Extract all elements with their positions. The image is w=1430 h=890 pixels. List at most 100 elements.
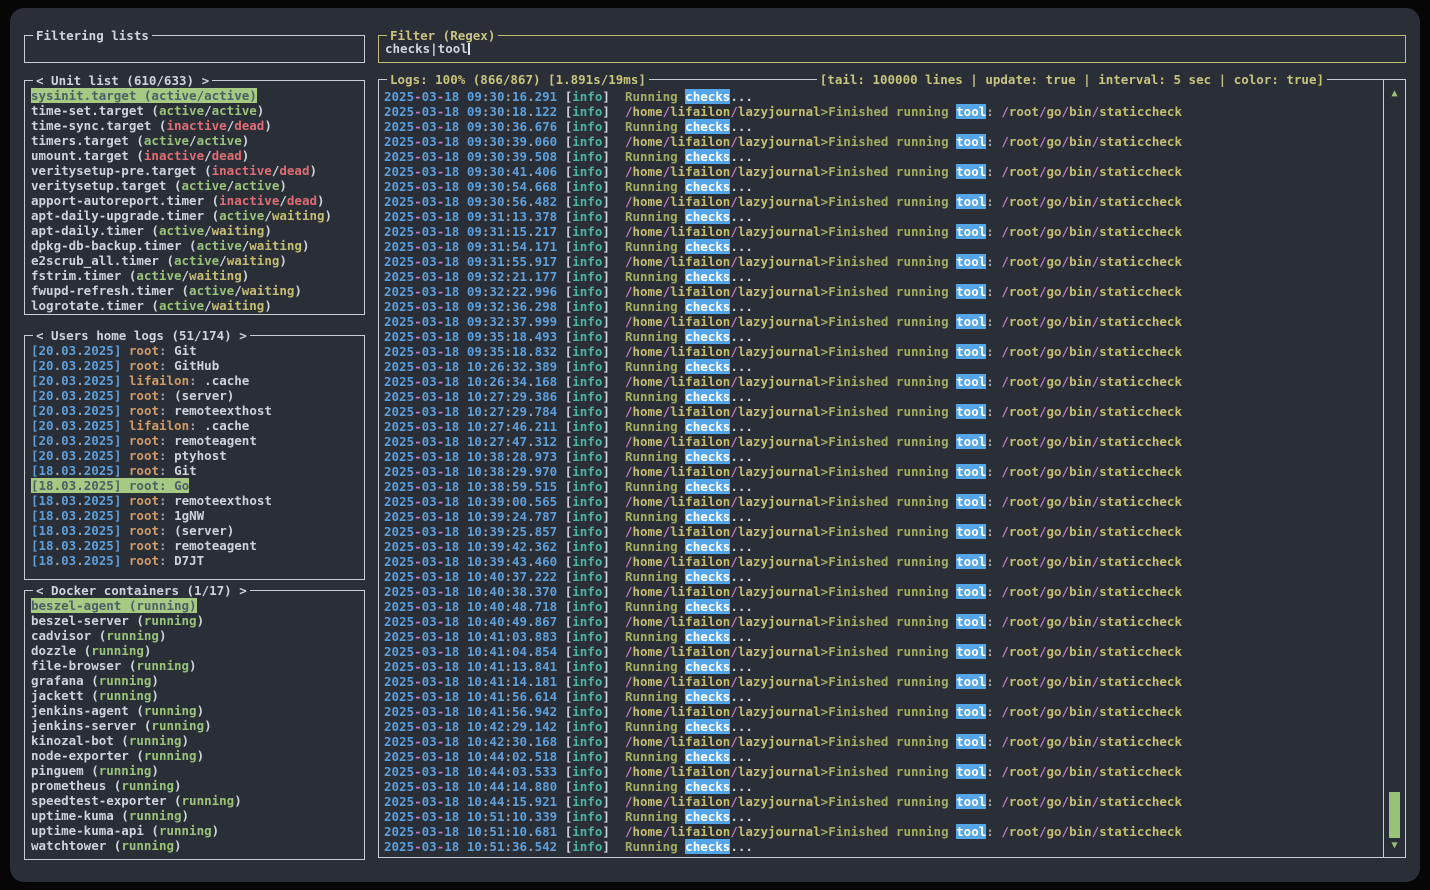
filter-regex-value: checks|tool — [385, 41, 468, 56]
log-row: 2025-03-18 09:31:54.171 [info] Running c… — [384, 239, 753, 254]
unit-list-title: < Unit list (610/633) > — [33, 73, 213, 88]
docker-container-item[interactable]: uptime-kuma-api (running) — [31, 823, 361, 838]
log-row: 2025-03-18 10:27:29.386 [info] Running c… — [384, 389, 753, 404]
filter-regex-title: Filter (Regex) — [387, 28, 499, 43]
users-home-log-item[interactable]: [20.03.2025] root: GitHub — [31, 358, 361, 373]
docker-container-item[interactable]: kinozal-bot (running) — [31, 733, 361, 748]
users-home-log-item[interactable]: [18.03.2025] root: remoteagent — [31, 538, 361, 553]
unit-list-item[interactable]: fwupd-refresh.timer (active/waiting) — [31, 283, 361, 298]
log-row: 2025-03-18 10:27:47.312 [info] /home/lif… — [384, 434, 1182, 449]
docker-container-item[interactable]: cadvisor (running) — [31, 628, 361, 643]
users-home-log-item[interactable]: [20.03.2025] lifailon: .cache — [31, 373, 361, 388]
users-home-log-item[interactable]: [18.03.2025] root: (server) — [31, 523, 361, 538]
users-home-log-item[interactable]: [20.03.2025] root: (server) — [31, 388, 361, 403]
docker-containers-list[interactable]: beszel-agent (running) beszel-server (run… — [25, 591, 364, 853]
scroll-up-icon[interactable]: ▲ — [1384, 89, 1405, 99]
logs-tail-settings: [tail: 100000 lines | update: true | int… — [816, 72, 1327, 87]
docker-container-item[interactable]: jenkins-agent (running) — [31, 703, 361, 718]
users-home-logs-list[interactable]: [20.03.2025] root: Git [20.03.2025] root:… — [25, 336, 364, 568]
docker-container-item[interactable]: beszel-server (running) — [31, 613, 361, 628]
log-row: 2025-03-18 10:40:37.222 [info] Running c… — [384, 569, 753, 584]
log-row: 2025-03-18 10:38:28.973 [info] Running c… — [384, 449, 753, 464]
unit-list-item[interactable]: logrotate.timer (active/waiting) — [31, 298, 361, 313]
docker-container-item[interactable]: jenkins-server (running) — [31, 718, 361, 733]
users-home-log-item[interactable]: [20.03.2025] root: remoteagent — [31, 433, 361, 448]
docker-container-item[interactable]: dozzle (running) — [31, 643, 361, 658]
unit-list-item[interactable]: time-sync.target (inactive/dead) — [31, 118, 361, 133]
log-row: 2025-03-18 10:39:42.362 [info] Running c… — [384, 539, 753, 554]
log-row: 2025-03-18 09:30:56.482 [info] /home/lif… — [384, 194, 1182, 209]
log-row: 2025-03-18 10:44:03.533 [info] /home/lif… — [384, 764, 1182, 779]
users-home-log-item[interactable]: [18.03.2025] root: remoteexthost — [31, 493, 361, 508]
docker-container-item[interactable]: pinguem (running) — [31, 763, 361, 778]
log-row: 2025-03-18 09:35:18.832 [info] /home/lif… — [384, 344, 1182, 359]
log-row: 2025-03-18 10:40:48.718 [info] Running c… — [384, 599, 753, 614]
log-row: 2025-03-18 09:30:54.668 [info] Running c… — [384, 179, 753, 194]
log-row: 2025-03-18 09:30:18.122 [info] /home/lif… — [384, 104, 1182, 119]
log-row: 2025-03-18 10:51:36.542 [info] Running c… — [384, 839, 753, 854]
users-home-log-item[interactable]: [18.03.2025] root: D7JT — [31, 553, 361, 568]
filtering-lists-title: Filtering lists — [33, 28, 152, 43]
log-row: 2025-03-18 09:32:22.996 [info] /home/lif… — [384, 284, 1182, 299]
log-row: 2025-03-18 09:31:55.917 [info] /home/lif… — [384, 254, 1182, 269]
text-cursor — [467, 42, 470, 55]
docker-containers-panel: < Docker containers (1/17) > beszel-agen… — [24, 583, 365, 860]
log-row: 2025-03-18 09:30:16.291 [info] Running c… — [384, 89, 753, 104]
unit-list-item[interactable]: veritysetup-pre.target (inactive/dead) — [31, 163, 361, 178]
log-row: 2025-03-18 10:38:29.970 [info] /home/lif… — [384, 464, 1182, 479]
log-row: 2025-03-18 10:39:43.460 [info] /home/lif… — [384, 554, 1182, 569]
docker-container-item[interactable]: jackett (running) — [31, 688, 361, 703]
docker-containers-title: < Docker containers (1/17) > — [33, 583, 250, 598]
users-home-log-item[interactable]: [20.03.2025] root: remoteexthost — [31, 403, 361, 418]
log-row: 2025-03-18 10:41:56.614 [info] Running c… — [384, 689, 753, 704]
unit-list-item[interactable]: umount.target (inactive/dead) — [31, 148, 361, 163]
log-row: 2025-03-18 10:26:32.389 [info] Running c… — [384, 359, 753, 374]
docker-container-item[interactable]: prometheus (running) — [31, 778, 361, 793]
docker-container-item[interactable]: file-browser (running) — [31, 658, 361, 673]
unit-list[interactable]: sysinit.target (active/active) time-set.t… — [25, 81, 364, 313]
unit-list-item[interactable]: sysinit.target (active/active) — [31, 88, 361, 103]
docker-container-item[interactable]: grafana (running) — [31, 673, 361, 688]
users-home-log-item[interactable]: [20.03.2025] root: ptyhost — [31, 448, 361, 463]
scroll-down-icon[interactable]: ▼ — [1384, 841, 1405, 851]
unit-list-item[interactable]: e2scrub_all.timer (active/waiting) — [31, 253, 361, 268]
log-row: 2025-03-18 10:51:10.339 [info] Running c… — [384, 809, 753, 824]
filter-regex-input[interactable]: checks|tool — [379, 36, 1405, 56]
unit-list-panel: < Unit list (610/633) > sysinit.target (… — [24, 73, 365, 315]
logs-panel: Logs: 100% (866/867) [1.891s/19ms] [tail… — [378, 72, 1406, 858]
docker-container-item[interactable]: beszel-agent (running) — [31, 598, 361, 613]
log-row: 2025-03-18 10:39:24.787 [info] Running c… — [384, 509, 753, 524]
unit-list-item[interactable]: time-set.target (active/active) — [31, 103, 361, 118]
docker-container-item[interactable]: speedtest-exporter (running) — [31, 793, 361, 808]
users-home-log-item[interactable]: [20.03.2025] lifailon: .cache — [31, 418, 361, 433]
unit-list-item[interactable]: fstrim.timer (active/waiting) — [31, 268, 361, 283]
unit-list-item[interactable]: timers.target (active/active) — [31, 133, 361, 148]
unit-list-item[interactable]: apt-daily-upgrade.timer (active/waiting) — [31, 208, 361, 223]
logs-viewport[interactable]: 2025-03-18 09:30:16.291 [info] Running c… — [379, 80, 1405, 854]
log-row: 2025-03-18 10:44:02.518 [info] Running c… — [384, 749, 753, 764]
users-home-log-item[interactable]: [20.03.2025] root: Git — [31, 343, 361, 358]
unit-list-item[interactable]: apt-daily.timer (active/waiting) — [31, 223, 361, 238]
users-home-log-item[interactable]: [18.03.2025] root: 1gNW — [31, 508, 361, 523]
logs-title: Logs: 100% (866/867) [1.891s/19ms] — [387, 72, 649, 87]
logs-scrollbar[interactable]: ▲ ▼ — [1383, 80, 1405, 857]
log-row: 2025-03-18 09:31:13.378 [info] Running c… — [384, 209, 753, 224]
docker-container-item[interactable]: watchtower (running) — [31, 838, 361, 853]
log-row: 2025-03-18 10:41:04.854 [info] /home/lif… — [384, 644, 1182, 659]
log-row: 2025-03-18 10:39:00.565 [info] /home/lif… — [384, 494, 1182, 509]
log-row: 2025-03-18 10:44:15.921 [info] /home/lif… — [384, 794, 1182, 809]
log-row: 2025-03-18 09:30:41.406 [info] /home/lif… — [384, 164, 1182, 179]
log-row: 2025-03-18 09:30:39.508 [info] Running c… — [384, 149, 753, 164]
docker-container-item[interactable]: node-exporter (running) — [31, 748, 361, 763]
unit-list-item[interactable]: veritysetup.target (active/active) — [31, 178, 361, 193]
users-home-log-item[interactable]: [18.03.2025] root: Go — [31, 478, 361, 493]
unit-list-item[interactable]: dpkg-db-backup.timer (active/waiting) — [31, 238, 361, 253]
unit-list-item[interactable]: apport-autoreport.timer (inactive/dead) — [31, 193, 361, 208]
terminal-window: Filtering lists < Unit list (610/633) > … — [10, 8, 1420, 882]
log-row: 2025-03-18 09:32:21.177 [info] Running c… — [384, 269, 753, 284]
log-row: 2025-03-18 10:42:30.168 [info] /home/lif… — [384, 734, 1182, 749]
users-home-log-item[interactable]: [18.03.2025] root: Git — [31, 463, 361, 478]
log-row: 2025-03-18 10:26:34.168 [info] /home/lif… — [384, 374, 1182, 389]
docker-container-item[interactable]: uptime-kuma (running) — [31, 808, 361, 823]
scrollbar-thumb[interactable] — [1389, 792, 1400, 838]
